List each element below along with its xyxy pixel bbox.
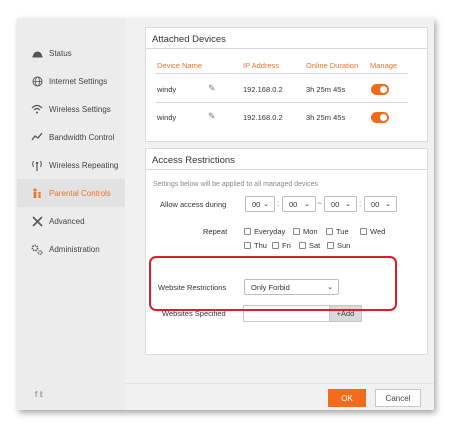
access-restrictions-title: Access Restrictions [152,155,235,166]
checkbox[interactable] [299,242,306,249]
sidebar-item-label: Bandwidth Control [49,132,115,142]
checkbox-mon[interactable]: Mon [293,227,318,236]
checkbox-everyday[interactable]: Everyday [244,227,285,236]
checkbox-label: Fri [282,241,291,250]
divider [146,169,427,170]
attached-devices-panel: Attached Devices Device Name IP Address … [145,27,428,142]
device-ip: 192.168.0.2 [243,85,283,94]
checkbox-thu[interactable]: Thu [244,241,267,250]
end-minute-select[interactable]: 00 ⌄ [364,196,397,212]
router-admin-window: Status Internet Settings Wireless Settin… [17,18,434,410]
checkbox[interactable] [272,242,279,249]
manage-toggle[interactable] [371,84,389,95]
checkbox-tue[interactable]: Tue [326,227,349,236]
column-header-online-duration: Online Duration [306,61,359,70]
ok-button[interactable]: OK [328,389,366,407]
checkbox-label: Sun [337,241,351,250]
sidebar-item-administration[interactable]: Administration [17,235,125,263]
end-hour-value: 00 [331,199,340,209]
sidebar-item-label: Wireless Repeating [49,160,119,170]
settings-note: Settings below will be applied to all ma… [153,181,318,188]
chevron-down-icon: ⌄ [345,201,351,208]
sidebar-item-label: Advanced [49,216,85,226]
social-links[interactable]: f 𝕥 [35,390,43,399]
sidebar-item-label: Wireless Settings [49,104,111,114]
start-minute-value: 00 [289,199,298,209]
checkbox-label: Wed [370,227,386,236]
end-minute-value: 00 [371,199,380,209]
device-online-duration: 3h 25m 45s [306,113,346,122]
start-hour-value: 00 [252,199,261,209]
dashboard-icon [31,47,43,59]
highlight-annotation [149,256,397,311]
checkbox[interactable] [293,228,300,235]
column-header-device-name: Device Name [157,61,203,70]
edit-icon[interactable]: ✎ [208,83,216,94]
device-name: windy [157,85,177,94]
column-header-ip-address: IP Address [243,61,280,70]
checkbox-label: Thu [254,241,267,250]
device-online-duration: 3h 25m 45s [306,85,346,94]
start-hour-select[interactable]: 00 ⌄ [245,196,275,212]
access-restrictions-panel: Access Restrictions Settings below will … [145,148,428,355]
checkbox[interactable] [327,242,334,249]
sidebar-item-label: Parental Controls [49,188,111,198]
checkbox-label: Everyday [254,227,286,236]
chevron-down-icon: ⌄ [385,201,391,208]
checkbox-wed[interactable]: Wed [360,227,385,236]
column-header-manage: Manage [370,61,398,70]
sidebar-item-internet-settings[interactable]: Internet Settings [17,67,125,95]
checkbox[interactable] [326,228,333,235]
divider [156,73,408,74]
attached-devices-title: Attached Devices [152,34,226,45]
device-ip: 192.168.0.2 [243,113,283,122]
sidebar-item-label: Administration [49,244,100,254]
sidebar-item-wireless-settings[interactable]: Wireless Settings [17,95,125,123]
manage-toggle[interactable] [371,112,389,123]
time-separator: : [359,199,362,208]
checkbox[interactable] [360,228,367,235]
sidebar-item-wireless-repeating[interactable]: Wireless Repeating [17,151,125,179]
range-separator: ~ [317,199,322,208]
sidebar-item-advanced[interactable]: Advanced [17,207,125,235]
tools-icon [31,215,43,227]
family-icon [31,187,43,199]
sidebar-item-label: Internet Settings [49,76,108,86]
start-minute-select[interactable]: 00 ⌄ [282,196,316,212]
checkbox-label: Tue [336,227,349,236]
footer-bar: OK Cancel [125,383,434,410]
checkbox-label: Mon [303,227,318,236]
main-content: Attached Devices Device Name IP Address … [125,18,434,410]
sidebar-item-parental-controls[interactable]: Parental Controls [17,179,125,207]
chevron-down-icon: ⌄ [304,201,310,208]
device-name: windy [157,113,177,122]
globe-icon [31,75,43,87]
checkbox-sat[interactable]: Sat [299,241,320,250]
divider [146,48,427,49]
checkbox-sun[interactable]: Sun [327,241,350,250]
checkbox-label: Sat [309,241,321,250]
sidebar-item-label: Status [49,48,72,58]
gears-icon [31,243,43,255]
chevron-down-icon: ⌄ [263,201,269,208]
cancel-button[interactable]: Cancel [375,389,421,407]
divider [156,102,408,103]
time-separator: : [277,199,280,208]
sidebar-item-status[interactable]: Status [17,39,125,67]
checkbox[interactable] [244,228,251,235]
wifi-icon [31,103,43,115]
chart-line-icon [31,131,43,143]
checkbox[interactable] [244,242,251,249]
end-hour-select[interactable]: 00 ⌄ [324,196,357,212]
sidebar: Status Internet Settings Wireless Settin… [17,18,125,410]
checkbox-fri[interactable]: Fri [272,241,291,250]
edit-icon[interactable]: ✎ [208,111,216,122]
sidebar-item-bandwidth-control[interactable]: Bandwidth Control [17,123,125,151]
repeat-label: Repeat [203,227,228,236]
antenna-icon [31,159,43,171]
allow-access-label: Allow access during [160,200,227,209]
